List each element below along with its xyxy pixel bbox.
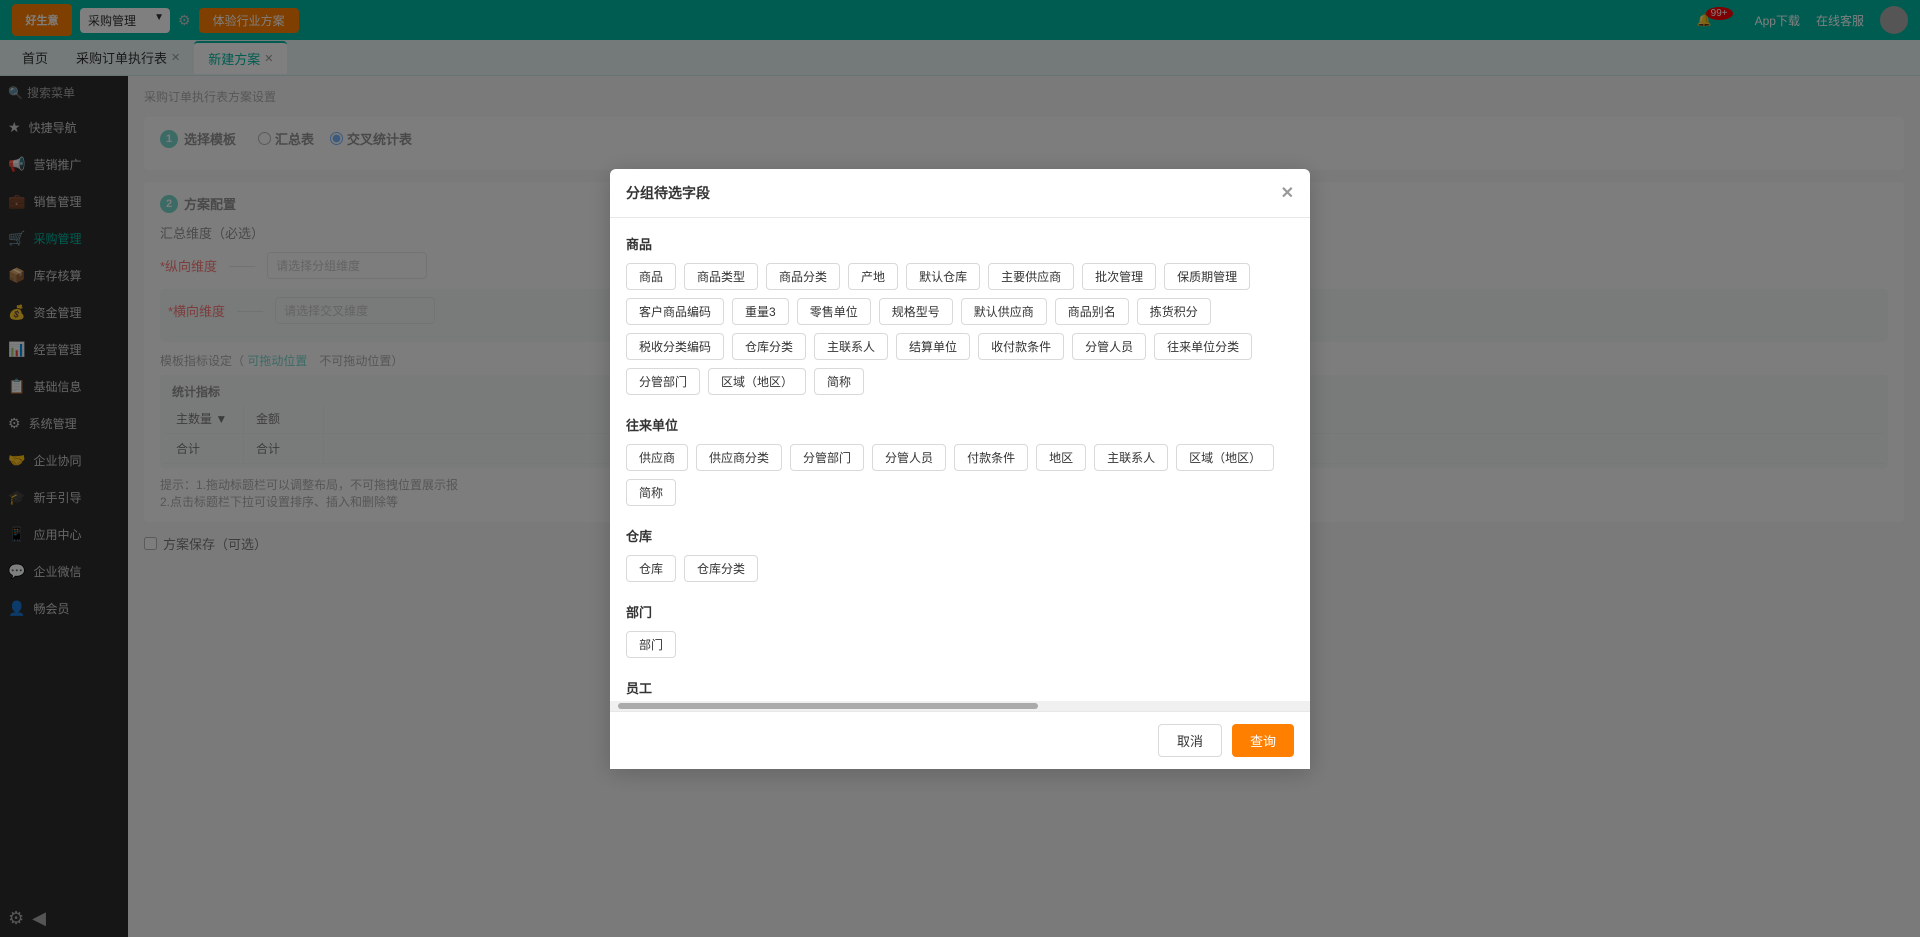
section-goods-title: 商品 bbox=[626, 234, 1294, 253]
field-tag-partner-8[interactable]: 简称 bbox=[626, 479, 676, 506]
field-tag-goods-12[interactable]: 默认供应商 bbox=[961, 298, 1047, 325]
field-tag-goods-5[interactable]: 主要供应商 bbox=[988, 263, 1074, 290]
field-tag-goods-18[interactable]: 结算单位 bbox=[896, 333, 970, 360]
field-tag-partner-1[interactable]: 供应商分类 bbox=[696, 444, 782, 471]
section-employee-title: 员工 bbox=[626, 678, 1294, 697]
section-warehouse: 仓库 仓库 仓库分类 bbox=[626, 526, 1294, 582]
field-tag-partner-4[interactable]: 付款条件 bbox=[954, 444, 1028, 471]
modal-header: 分组待选字段 ✕ bbox=[610, 169, 1310, 218]
field-tag-warehouse-0[interactable]: 仓库 bbox=[626, 555, 676, 582]
field-tag-goods-8[interactable]: 客户商品编码 bbox=[626, 298, 724, 325]
modal-overlay: 分组待选字段 ✕ 商品 商品 商品类型 商品分类 产地 默认仓库 主要供应商 bbox=[128, 76, 1920, 937]
field-tag-goods-21[interactable]: 往来单位分类 bbox=[1154, 333, 1252, 360]
field-tag-goods-6[interactable]: 批次管理 bbox=[1082, 263, 1156, 290]
section-employee: 员工 业务员 bbox=[626, 678, 1294, 701]
field-tag-goods-11[interactable]: 规格型号 bbox=[879, 298, 953, 325]
section-department: 部门 部门 bbox=[626, 602, 1294, 658]
field-tag-goods-0[interactable]: 商品 bbox=[626, 263, 676, 290]
field-tag-goods-23[interactable]: 区域（地区） bbox=[708, 368, 806, 395]
modal-title: 分组待选字段 bbox=[626, 183, 710, 203]
section-department-title: 部门 bbox=[626, 602, 1294, 621]
field-tag-partner-7[interactable]: 区域（地区） bbox=[1176, 444, 1274, 471]
field-tag-goods-19[interactable]: 收付款条件 bbox=[978, 333, 1064, 360]
field-tag-goods-17[interactable]: 主联系人 bbox=[814, 333, 888, 360]
field-tag-goods-4[interactable]: 默认仓库 bbox=[906, 263, 980, 290]
field-tag-partner-6[interactable]: 主联系人 bbox=[1094, 444, 1168, 471]
main-layout: 🔍 搜索菜单 ★ 快捷导航 📢 营销推广 💼 销售管理 🛒 采购管理 📦 库存核… bbox=[0, 76, 1920, 937]
modal-horizontal-scrollbar[interactable] bbox=[610, 701, 1310, 711]
field-tag-warehouse-1[interactable]: 仓库分类 bbox=[684, 555, 758, 582]
partner-field-tags: 供应商 供应商分类 分管部门 分管人员 付款条件 地区 主联系人 区域（地区） … bbox=[626, 444, 1294, 506]
field-tag-goods-3[interactable]: 产地 bbox=[848, 263, 898, 290]
cancel-button[interactable]: 取消 bbox=[1158, 724, 1222, 757]
content-area: 采购订单执行表方案设置 1 选择模板 汇总表 交叉统计表 bbox=[128, 76, 1920, 937]
field-tag-goods-13[interactable]: 商品别名 bbox=[1055, 298, 1129, 325]
field-tag-partner-2[interactable]: 分管部门 bbox=[790, 444, 864, 471]
section-warehouse-title: 仓库 bbox=[626, 526, 1294, 545]
goods-field-tags: 商品 商品类型 商品分类 产地 默认仓库 主要供应商 批次管理 保质期管理 客户… bbox=[626, 263, 1294, 395]
field-tag-partner-0[interactable]: 供应商 bbox=[626, 444, 688, 471]
confirm-button[interactable]: 查询 bbox=[1232, 724, 1294, 757]
field-tag-goods-16[interactable]: 仓库分类 bbox=[732, 333, 806, 360]
warehouse-field-tags: 仓库 仓库分类 bbox=[626, 555, 1294, 582]
section-partner: 往来单位 供应商 供应商分类 分管部门 分管人员 付款条件 地区 主联系人 区域… bbox=[626, 415, 1294, 506]
field-tag-partner-3[interactable]: 分管人员 bbox=[872, 444, 946, 471]
field-tag-dept-0[interactable]: 部门 bbox=[626, 631, 676, 658]
modal-footer: 取消 查询 bbox=[610, 711, 1310, 769]
field-tag-goods-9[interactable]: 重量3 bbox=[732, 298, 789, 325]
field-selection-modal: 分组待选字段 ✕ 商品 商品 商品类型 商品分类 产地 默认仓库 主要供应商 bbox=[610, 169, 1310, 769]
section-goods: 商品 商品 商品类型 商品分类 产地 默认仓库 主要供应商 批次管理 保质期管理… bbox=[626, 234, 1294, 395]
field-tag-goods-20[interactable]: 分管人员 bbox=[1072, 333, 1146, 360]
field-tag-goods-24[interactable]: 简称 bbox=[814, 368, 864, 395]
field-tag-partner-5[interactable]: 地区 bbox=[1036, 444, 1086, 471]
department-field-tags: 部门 bbox=[626, 631, 1294, 658]
modal-body[interactable]: 商品 商品 商品类型 商品分类 产地 默认仓库 主要供应商 批次管理 保质期管理… bbox=[610, 218, 1310, 701]
field-tag-goods-7[interactable]: 保质期管理 bbox=[1164, 263, 1250, 290]
field-tag-goods-10[interactable]: 零售单位 bbox=[797, 298, 871, 325]
field-tag-goods-14[interactable]: 拣货积分 bbox=[1137, 298, 1211, 325]
field-tag-goods-2[interactable]: 商品分类 bbox=[766, 263, 840, 290]
field-tag-goods-22[interactable]: 分管部门 bbox=[626, 368, 700, 395]
section-partner-title: 往来单位 bbox=[626, 415, 1294, 434]
field-tag-goods-1[interactable]: 商品类型 bbox=[684, 263, 758, 290]
field-tag-goods-15[interactable]: 税收分类编码 bbox=[626, 333, 724, 360]
modal-close-icon[interactable]: ✕ bbox=[1281, 183, 1294, 203]
